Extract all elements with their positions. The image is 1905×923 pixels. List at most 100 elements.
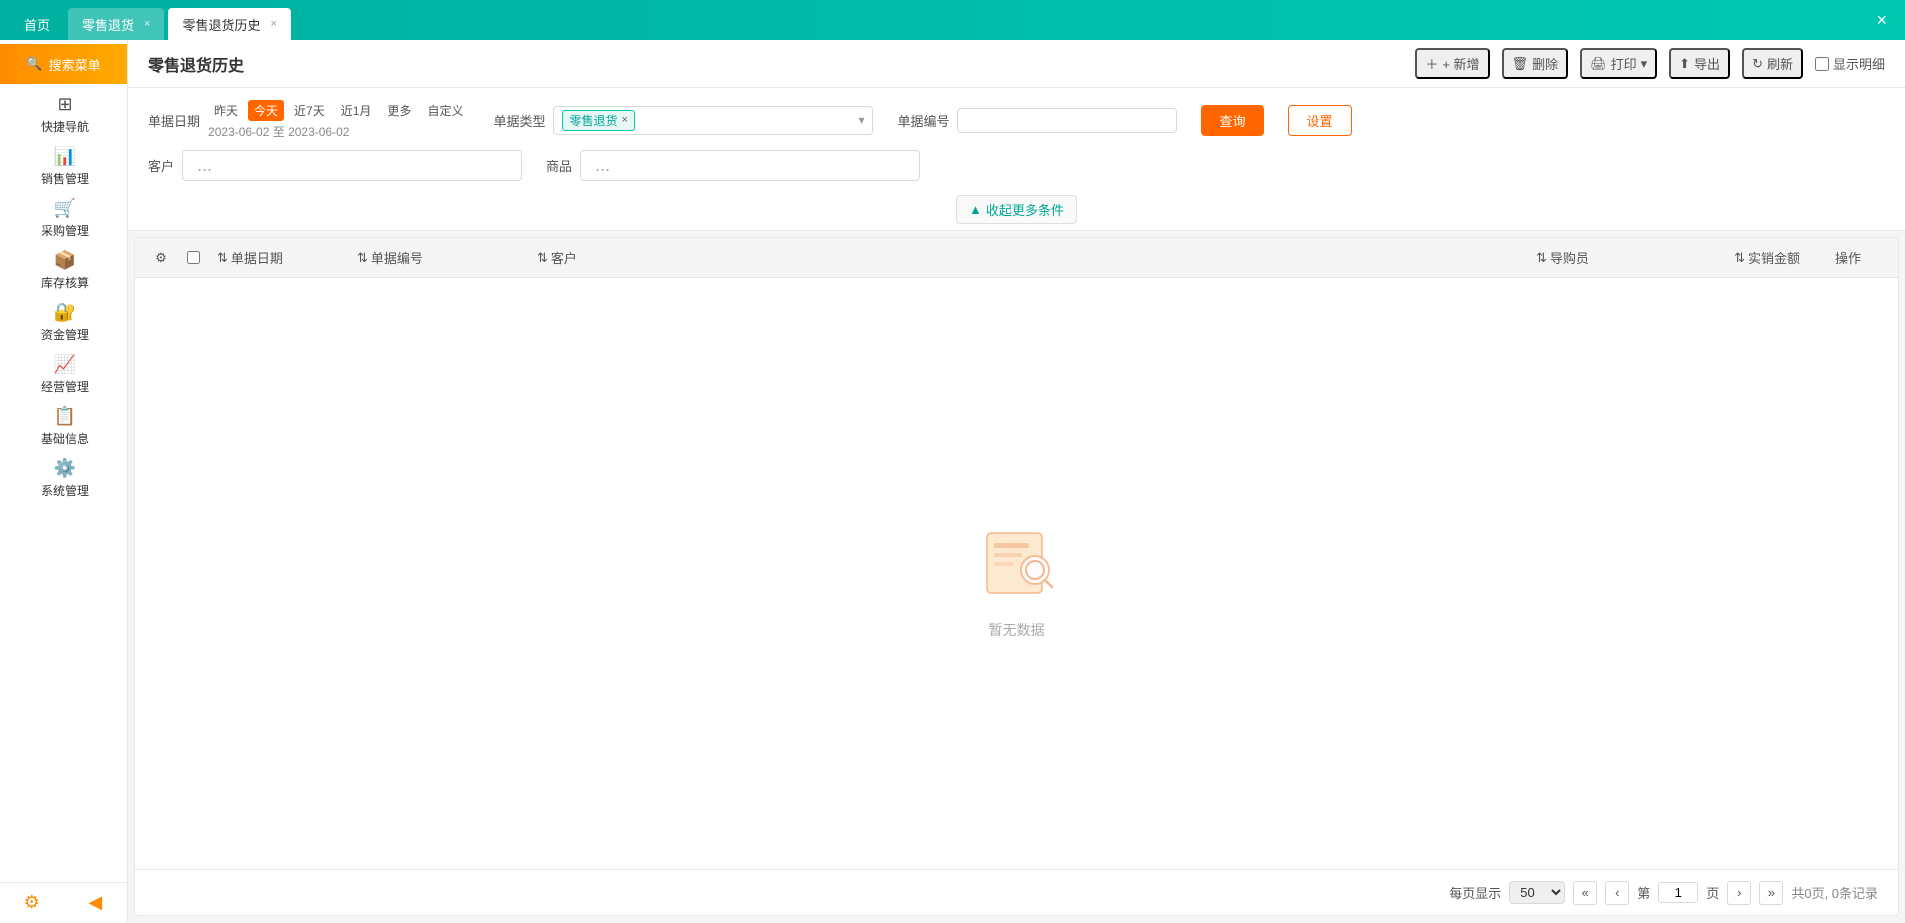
retail-return-history-close-icon[interactable]: × — [270, 18, 276, 30]
new-button[interactable]: ＋ + 新增 — [1415, 48, 1489, 79]
tab-retail-return-history[interactable]: 零售退货历史 × — [168, 8, 290, 40]
bill-type-select[interactable]: 零售退货 × ▾ — [553, 106, 873, 135]
query-button[interactable]: 查询 — [1201, 105, 1263, 136]
page-first-button[interactable]: « — [1573, 881, 1597, 905]
page-number-input[interactable] — [1658, 882, 1698, 903]
basic-info-icon: 📋 — [54, 406, 76, 427]
finance-icon: 🔐 — [54, 302, 76, 323]
date-options-wrap: 昨天 今天 近7天 近1月 更多 自定义 2023-06-02 至 2023-0… — [208, 100, 469, 140]
date-filter-group: 单据日期 昨天 今天 近7天 近1月 更多 自定义 2023-06-02 至 2… — [148, 100, 469, 140]
retail-return-history-tab-label: 零售退货历史 — [182, 15, 260, 34]
th-guide[interactable]: ⇅ 导购员 — [1528, 248, 1688, 267]
goods-ellipsis-button[interactable]: ... — [591, 155, 614, 176]
sidebar-item-inventory[interactable]: 📦 库存核算 — [0, 244, 127, 296]
setting-button[interactable]: 设置 — [1288, 105, 1352, 136]
sidebar-collapse-icon: ◀ — [88, 892, 102, 913]
empty-illustration — [967, 508, 1067, 608]
sort-icon-date: ⇅ — [217, 250, 228, 266]
th-no[interactable]: ⇅ 单据编号 — [349, 248, 529, 267]
sort-icon-guide: ⇅ — [1536, 250, 1547, 266]
th-amount[interactable]: ⇅ 实销金额 — [1688, 248, 1808, 267]
purchase-icon: 🛒 — [54, 198, 76, 219]
top-bar: 首页 零售退货 × 零售退货历史 × × — [0, 0, 1905, 40]
date-opt-custom[interactable]: 自定义 — [421, 100, 469, 121]
per-page-select[interactable]: 50 100 200 — [1509, 881, 1565, 904]
date-opt-7days[interactable]: 近7天 — [288, 100, 331, 121]
date-filter-label: 单据日期 — [148, 111, 200, 130]
refresh-icon: ↻ — [1752, 56, 1763, 72]
quick-nav-label: 快捷导航 — [41, 118, 89, 135]
page-header: 零售退货历史 ＋ + 新增 🗑 删除 🖨 打印 ▾ ⬆ 导出 — [128, 40, 1905, 88]
bill-type-tag: 零售退货 × — [562, 110, 634, 131]
sidebar-search-label: 搜索菜单 — [49, 55, 101, 74]
quick-nav-icon: ⊞ — [57, 94, 72, 115]
inventory-label: 库存核算 — [41, 274, 89, 291]
retail-return-tab-label: 零售退货 — [82, 15, 134, 34]
bill-type-arrow-icon: ▾ — [858, 113, 864, 127]
filter-row-2: 客户 ... 商品 ... — [148, 150, 1885, 181]
retail-return-close-icon[interactable]: × — [144, 18, 150, 30]
sidebar-search[interactable]: 🔍 搜索菜单 — [0, 44, 127, 84]
customer-ellipsis-button[interactable]: ... — [193, 155, 216, 176]
page-label: 第 — [1637, 883, 1650, 902]
bill-no-filter-group: 单据编号 — [897, 108, 1177, 133]
search-icon: 🔍 — [26, 56, 42, 72]
purchase-label: 采购管理 — [41, 222, 89, 239]
filter-area: 单据日期 昨天 今天 近7天 近1月 更多 自定义 2023-06-02 至 2… — [128, 88, 1905, 231]
toolbar: ＋ + 新增 🗑 删除 🖨 打印 ▾ ⬆ 导出 ↻ — [1415, 48, 1885, 79]
collapse-button[interactable]: ▲ 收起更多条件 — [956, 195, 1077, 224]
table-wrap: ⚙ ⇅ 单据日期 ⇅ 单据编号 ⇅ 客户 ⇅ — [134, 237, 1899, 916]
collapse-row: ▲ 收起更多条件 — [148, 191, 1885, 224]
sidebar-collapse-button[interactable]: ◀ — [75, 883, 115, 923]
sidebar-item-basic-info[interactable]: 📋 基础信息 — [0, 400, 127, 452]
sidebar-item-sales[interactable]: 📊 销售管理 — [0, 140, 127, 192]
date-opt-more[interactable]: 更多 — [381, 100, 417, 121]
sidebar-item-system[interactable]: ⚙️ 系统管理 — [0, 452, 127, 504]
sidebar-item-purchase[interactable]: 🛒 采购管理 — [0, 192, 127, 244]
goods-filter-group: 商品 ... — [546, 150, 920, 181]
new-icon: ＋ — [1425, 54, 1438, 73]
sidebar-settings-button[interactable]: ⚙ — [12, 883, 52, 923]
pagination: 每页显示 50 100 200 « ‹ 第 页 › » 共0页, 0条记录 — [135, 869, 1898, 915]
new-label: + 新增 — [1442, 54, 1479, 73]
sidebar-footer: ⚙ ◀ — [0, 882, 127, 922]
display-checkbox[interactable] — [1815, 57, 1829, 71]
tab-retail-return[interactable]: 零售退货 × — [68, 8, 164, 40]
bill-type-label: 单据类型 — [493, 111, 545, 130]
refresh-button[interactable]: ↻ 刷新 — [1742, 48, 1803, 79]
page-next-button[interactable]: › — [1727, 881, 1751, 905]
print-button[interactable]: 🖨 打印 ▾ — [1580, 48, 1657, 79]
table-settings-icon: ⚙ — [155, 250, 167, 266]
display-label: 显示明细 — [1833, 54, 1885, 73]
page-last-button[interactable]: » — [1759, 881, 1783, 905]
th-action: 操作 — [1808, 248, 1888, 267]
date-opt-today[interactable]: 今天 — [248, 100, 284, 121]
tab-home[interactable]: 首页 — [10, 8, 64, 40]
th-customer[interactable]: ⇅ 客户 — [529, 248, 1528, 267]
print-label: 打印 — [1611, 54, 1637, 73]
date-opt-yesterday[interactable]: 昨天 — [208, 100, 244, 121]
th-date[interactable]: ⇅ 单据日期 — [209, 248, 349, 267]
delete-icon: 🗑 — [1512, 56, 1529, 72]
delete-button[interactable]: 🗑 删除 — [1502, 48, 1569, 79]
export-button[interactable]: ⬆ 导出 — [1669, 48, 1730, 79]
delete-label: 删除 — [1532, 54, 1558, 73]
window-close-button[interactable]: × — [1868, 10, 1895, 31]
select-all-checkbox[interactable] — [187, 251, 200, 264]
sidebar-item-quick-nav[interactable]: ⊞ 快捷导航 — [0, 88, 127, 140]
th-settings[interactable]: ⚙ — [145, 250, 177, 266]
th-checkbox[interactable] — [177, 251, 209, 264]
bill-no-input[interactable] — [957, 108, 1177, 133]
date-opt-1month[interactable]: 近1月 — [335, 100, 378, 121]
th-amount-label: 实销金额 — [1748, 248, 1800, 267]
page-prev-button[interactable]: ‹ — [1605, 881, 1629, 905]
goods-label: 商品 — [546, 156, 572, 175]
sidebar-item-finance[interactable]: 🔐 资金管理 — [0, 296, 127, 348]
sidebar-item-operation[interactable]: 📈 经营管理 — [0, 348, 127, 400]
th-guide-label: 导购员 — [1550, 248, 1589, 267]
sidebar: 🔍 搜索菜单 ⊞ 快捷导航 📊 销售管理 🛒 采购管理 📦 库存核算 🔐 资金管… — [0, 40, 128, 922]
finance-label: 资金管理 — [41, 326, 89, 343]
customer-label: 客户 — [148, 156, 174, 175]
display-toggle: 显示明细 — [1815, 54, 1885, 73]
bill-type-tag-remove[interactable]: × — [621, 114, 627, 126]
